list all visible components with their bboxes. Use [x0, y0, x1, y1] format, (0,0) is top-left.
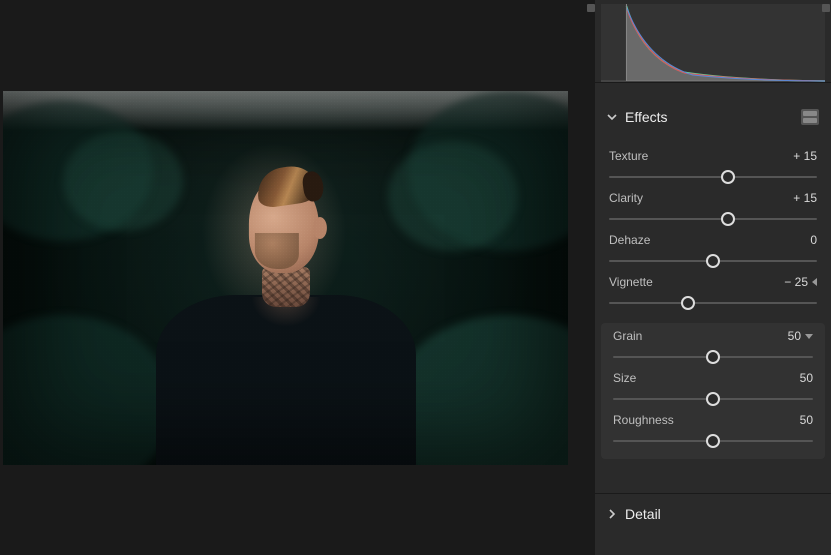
slider-thumb[interactable]	[721, 170, 735, 184]
slider-label: Clarity	[609, 191, 643, 205]
spacer	[595, 459, 831, 493]
slider-value[interactable]: 50	[788, 329, 813, 343]
slider-vignette: Vignette − 25	[609, 275, 817, 311]
slider-value[interactable]: 50	[800, 371, 813, 385]
slider-thumb[interactable]	[706, 434, 720, 448]
slider-track-size[interactable]	[613, 391, 813, 407]
slider-track-roughness[interactable]	[613, 433, 813, 449]
slider-label: Size	[613, 371, 636, 385]
slider-thumb[interactable]	[706, 350, 720, 364]
chevron-down-icon	[607, 112, 617, 122]
photo-grain	[3, 91, 568, 465]
app-root: Effects Texture + 15 Clarity + 15	[0, 0, 831, 555]
slider-label: Vignette	[609, 275, 653, 289]
panel-header-detail[interactable]: Detail	[595, 494, 831, 534]
panel-title: Detail	[625, 506, 819, 522]
slider-clarity: Clarity + 15	[609, 191, 817, 227]
slider-dehaze: Dehaze 0	[609, 233, 817, 269]
slider-value[interactable]: + 15	[793, 149, 817, 163]
slider-label: Texture	[609, 149, 648, 163]
spacer	[595, 83, 831, 97]
slider-size: Size 50	[613, 371, 813, 407]
chevron-right-icon	[607, 509, 617, 519]
slider-value[interactable]: + 15	[793, 191, 817, 205]
slider-thumb[interactable]	[681, 296, 695, 310]
panel-body-effects: Texture + 15 Clarity + 15	[595, 137, 831, 323]
slider-value[interactable]: 50	[800, 413, 813, 427]
slider-label: Grain	[613, 329, 642, 343]
sidebar-scroll-handle[interactable]	[822, 4, 830, 12]
histogram[interactable]	[595, 0, 831, 82]
slider-track-grain[interactable]	[613, 349, 813, 365]
slider-thumb[interactable]	[706, 254, 720, 268]
slider-value[interactable]: − 25	[784, 275, 817, 289]
panel-title: Effects	[625, 109, 801, 125]
slider-label: Roughness	[613, 413, 674, 427]
caret-down-icon[interactable]	[805, 334, 813, 339]
arrow-left-icon[interactable]	[812, 278, 817, 286]
slider-track-vignette[interactable]	[609, 295, 817, 311]
slider-track-dehaze[interactable]	[609, 253, 817, 269]
slider-track-clarity[interactable]	[609, 211, 817, 227]
histogram-svg	[601, 4, 825, 82]
slider-grain: Grain 50	[613, 329, 813, 365]
slider-value[interactable]: 0	[810, 233, 817, 247]
panel-subgroup-grain: Grain 50 Size 50	[601, 323, 825, 459]
slider-roughness: Roughness 50	[613, 413, 813, 449]
canvas-scroll-handle[interactable]	[587, 4, 595, 12]
slider-track-texture[interactable]	[609, 169, 817, 185]
slider-thumb[interactable]	[706, 392, 720, 406]
edit-sidebar: Effects Texture + 15 Clarity + 15	[595, 0, 831, 555]
panel-header-effects[interactable]: Effects	[595, 97, 831, 137]
slider-texture: Texture + 15	[609, 149, 817, 185]
canvas-area[interactable]	[0, 0, 595, 555]
photo-preview[interactable]	[3, 91, 568, 465]
panel-toggle-icon[interactable]	[801, 109, 819, 125]
slider-thumb[interactable]	[721, 212, 735, 226]
slider-label: Dehaze	[609, 233, 650, 247]
